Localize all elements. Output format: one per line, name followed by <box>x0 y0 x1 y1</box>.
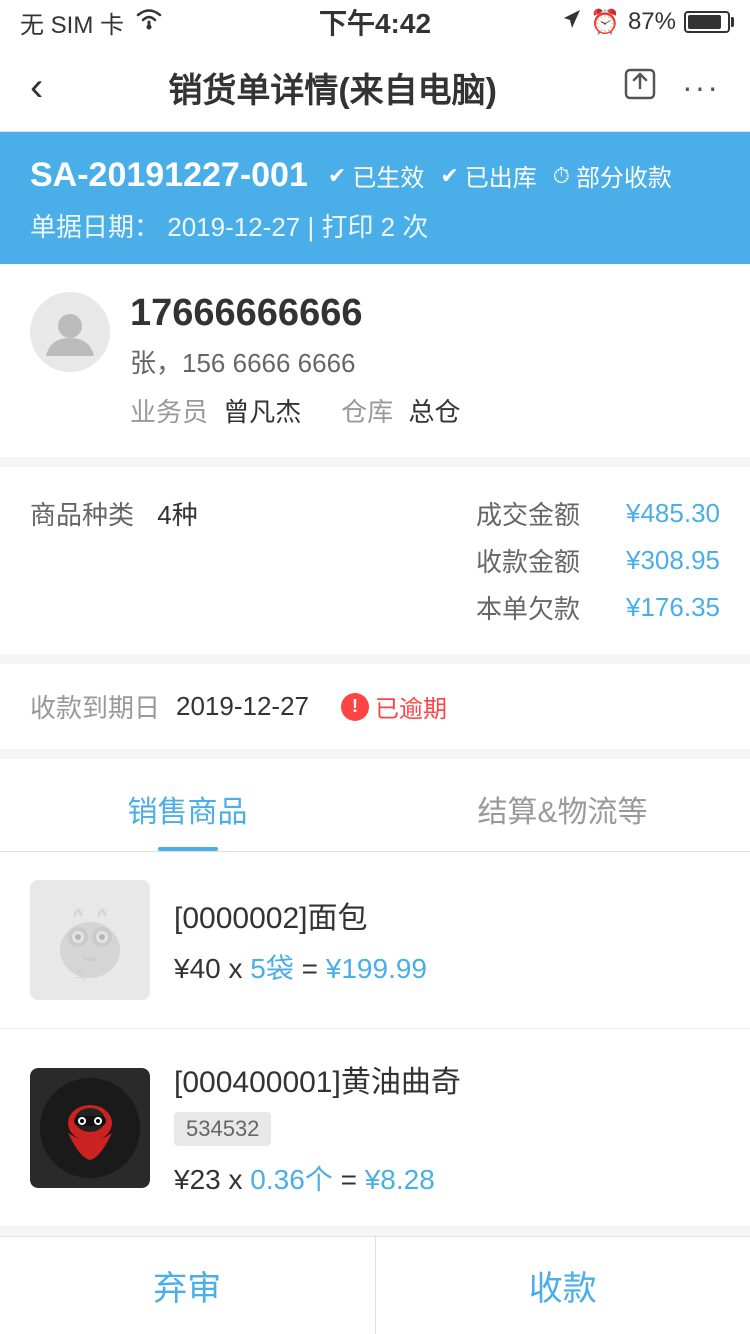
svg-text:鸟+: 鸟+ <box>75 967 94 982</box>
back-button[interactable]: ‹ <box>30 65 43 110</box>
nav-right: ··· <box>622 66 720 109</box>
deal-amount-row: 成交金额 ¥485.30 <box>476 495 720 532</box>
customer-section: 17666666666 张，156 6666 6666 业务员 曾凡杰 仓库 总… <box>0 264 750 467</box>
summary-section: 商品种类 4种 成交金额 ¥485.30 收款金额 ¥308.95 本单欠款 ¥… <box>0 467 750 664</box>
due-date-label: 收款到期日 <box>30 688 160 725</box>
deal-amount: ¥485.30 <box>600 498 720 529</box>
tab-sales-products[interactable]: 销售商品 <box>0 759 375 851</box>
status-bar-right: ⏰ 87% <box>562 8 730 37</box>
battery-text: 87% <box>628 8 676 36</box>
alarm-icon: ⏰ <box>590 8 620 37</box>
carrier-text: 无 SIM 卡 <box>20 5 124 40</box>
product-total-2: ¥8.28 <box>365 1164 435 1195</box>
customer-phone: 17666666666 <box>130 292 720 335</box>
list-item: 鸟+ [0000002]面包 ¥40 x 5袋 = ¥199.99 <box>0 852 750 1029</box>
more-button[interactable]: ··· <box>682 69 720 106</box>
product-thumbnail-2 <box>30 1068 150 1188</box>
battery-icon <box>684 11 730 33</box>
due-date-value: 2019-12-27 <box>176 691 309 722</box>
status-bar-time: 下午4:42 <box>319 2 431 42</box>
owed-amount-row: 本单欠款 ¥176.35 <box>476 589 720 626</box>
received-amount: ¥308.95 <box>600 545 720 576</box>
overdue-text: 已逾期 <box>375 689 447 724</box>
product-price-1: ¥40 x 5袋 = ¥199.99 <box>174 947 720 987</box>
owed-amount: ¥176.35 <box>600 592 720 623</box>
collect-payment-button[interactable]: 收款 <box>376 1237 750 1334</box>
category-label: 商品种类 <box>30 500 134 530</box>
wifi-icon <box>134 8 164 36</box>
warehouse-label: 仓库 总仓 <box>341 392 460 429</box>
product-info-1: [0000002]面包 ¥40 x 5袋 = ¥199.99 <box>174 893 720 987</box>
salesperson-label: 业务员 曾凡杰 <box>130 392 301 429</box>
product-info-2: [000400001]黄油曲奇 534532 ¥23 x 0.36个 = ¥8.… <box>174 1057 720 1198</box>
product-sku-2: 534532 <box>174 1112 271 1146</box>
overdue-icon: ! <box>341 693 369 721</box>
tab-settlement[interactable]: 结算&物流等 <box>375 759 750 851</box>
order-id: SA-20191227-001 <box>30 156 308 195</box>
product-image-ninja <box>30 1068 150 1188</box>
summary-right: 成交金额 ¥485.30 收款金额 ¥308.95 本单欠款 ¥176.35 <box>476 495 720 626</box>
product-thumbnail-1: 鸟+ <box>30 880 150 1000</box>
status-bar: 无 SIM 卡 下午4:42 ⏰ 87% <box>0 0 750 44</box>
order-header: SA-20191227-001 ✔ 已生效 ✔ 已出库 ⏱ 部分收款 单据日期：… <box>0 132 750 264</box>
customer-info: 17666666666 张，156 6666 6666 业务员 曾凡杰 仓库 总… <box>130 292 720 429</box>
status-bar-left: 无 SIM 卡 <box>20 5 164 40</box>
order-date: 单据日期： 2019-12-27 | 打印 2 次 <box>30 207 720 244</box>
nav-bar: ‹ 销货单详情(来自电脑) ··· <box>0 44 750 132</box>
tabs-section: 销售商品 结算&物流等 <box>0 759 750 852</box>
bottom-bar: 弃审 收款 <box>0 1236 750 1334</box>
customer-meta: 业务员 曾凡杰 仓库 总仓 <box>130 392 720 429</box>
share-button[interactable] <box>622 66 658 109</box>
customer-avatar <box>30 292 110 372</box>
customer-name: 张，156 6666 6666 <box>130 343 720 380</box>
product-total-1: ¥199.99 <box>326 953 427 984</box>
summary-left: 商品种类 4种 <box>30 495 214 626</box>
order-badges: ✔ 已生效 ✔ 已出库 ⏱ 部分收款 <box>328 158 672 193</box>
badge-shipped: ✔ 已出库 <box>440 158 536 193</box>
category-count: 4种 <box>157 500 197 530</box>
badge-active: ✔ 已生效 <box>328 158 424 193</box>
products-section: 鸟+ [0000002]面包 ¥40 x 5袋 = ¥199.99 <box>0 852 750 1227</box>
cancel-review-button[interactable]: 弃审 <box>0 1237 376 1334</box>
due-date-section: 收款到期日 2019-12-27 ! 已逾期 <box>0 664 750 759</box>
badge-partial: ⏱ 部分收款 <box>553 158 672 193</box>
product-image-owl: 鸟+ <box>30 880 150 1000</box>
overdue-badge: ! 已逾期 <box>341 689 447 724</box>
list-item: [000400001]黄油曲奇 534532 ¥23 x 0.36个 = ¥8.… <box>0 1029 750 1227</box>
page-title: 销货单详情(来自电脑) <box>168 63 497 112</box>
product-name-1: [0000002]面包 <box>174 893 720 937</box>
product-name-2: [000400001]黄油曲奇 <box>174 1057 720 1101</box>
received-amount-row: 收款金额 ¥308.95 <box>476 542 720 579</box>
location-icon <box>562 8 582 37</box>
product-price-2: ¥23 x 0.36个 = ¥8.28 <box>174 1158 720 1198</box>
